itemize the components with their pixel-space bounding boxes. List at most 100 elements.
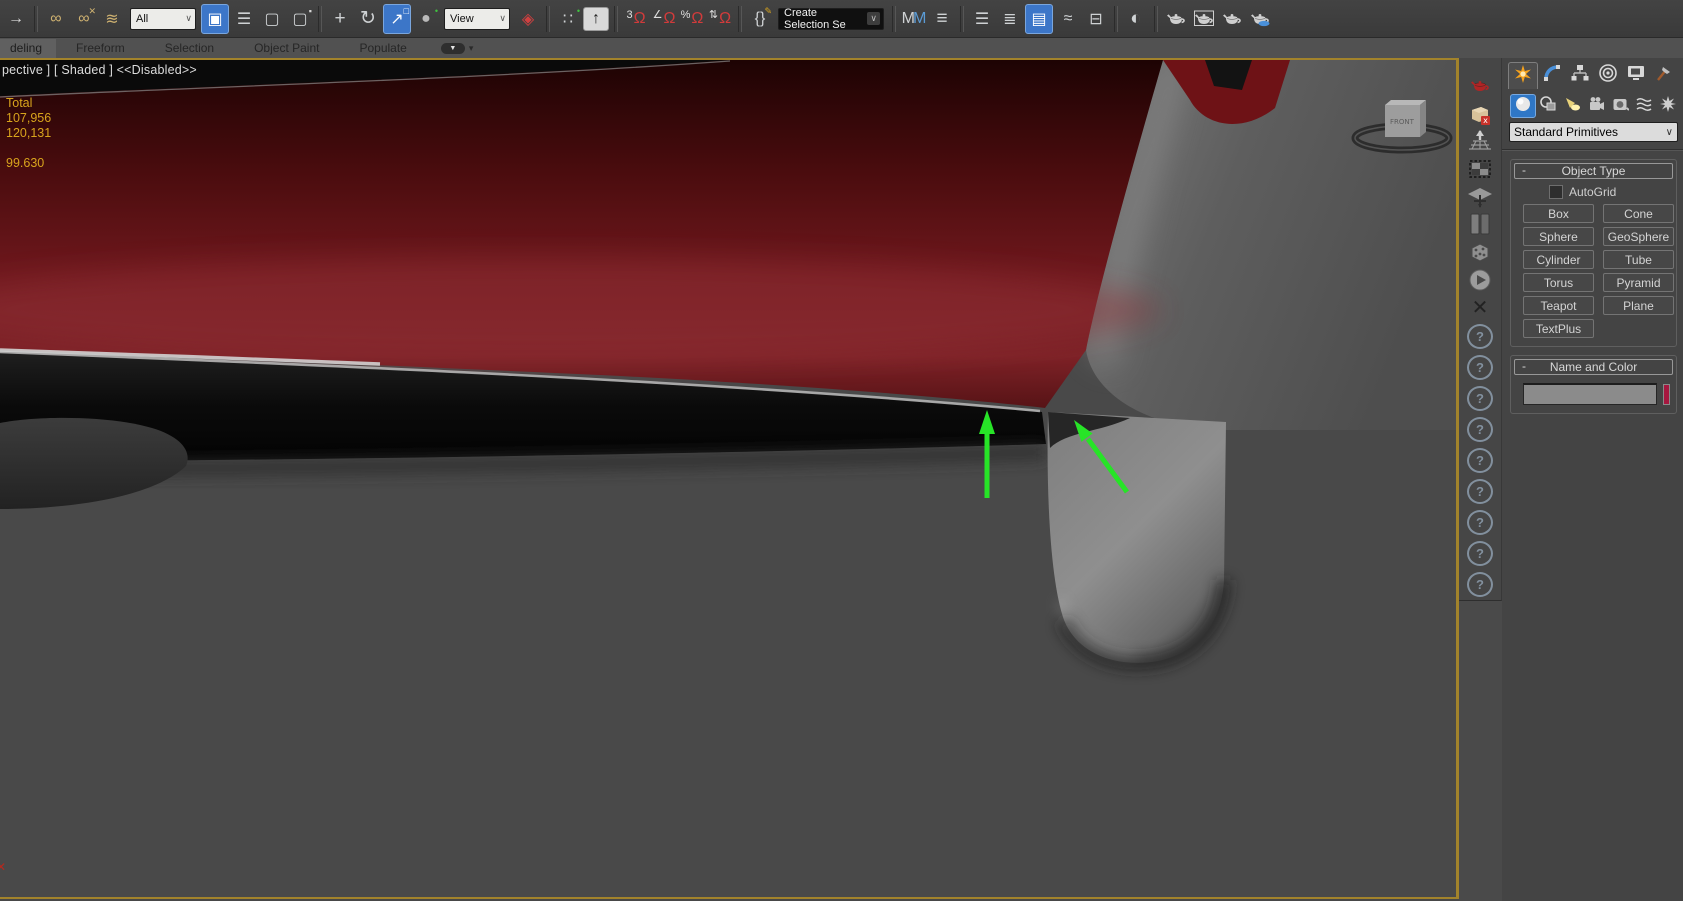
toolbar-separator xyxy=(1114,5,1118,32)
selection-filter-dropdown[interactable]: All ∨ xyxy=(130,7,196,30)
tab-modeling[interactable]: deling xyxy=(0,38,57,58)
objtype-teapot-button[interactable]: Teapot xyxy=(1523,296,1594,315)
category-space-warps[interactable] xyxy=(1632,95,1656,117)
objtype-cylinder-button[interactable]: Cylinder xyxy=(1523,250,1594,269)
use-pivot-point-center-button[interactable]: ◈ xyxy=(515,5,541,33)
edit-named-selection-sets-button[interactable]: {} ✎ xyxy=(747,5,773,33)
placeholder-button-6[interactable]: ? xyxy=(1467,479,1493,505)
rendered-frame-window-button[interactable] xyxy=(1191,5,1217,33)
perspective-viewport[interactable]: FRONT pective ] [ Shaded ] <<Disabled>> … xyxy=(0,58,1459,899)
unlink-selection-button[interactable]: ∞ ✕ xyxy=(71,5,97,33)
tab-display[interactable] xyxy=(1622,62,1650,88)
objtype-textplus-button[interactable]: TextPlus xyxy=(1523,319,1594,338)
render-production-button[interactable] xyxy=(1219,5,1245,33)
toggle-ribbon-button[interactable]: ▤ xyxy=(1025,3,1053,34)
primitives-dropdown-value: Standard Primitives xyxy=(1514,125,1619,139)
category-shapes[interactable] xyxy=(1536,95,1560,117)
category-helpers[interactable] xyxy=(1608,95,1632,117)
tab-create[interactable] xyxy=(1508,62,1538,89)
render-in-cloud-button[interactable] xyxy=(1247,5,1273,33)
macro-teapot-button[interactable] xyxy=(1463,72,1497,100)
select-and-manipulate-button[interactable]: ∷ • xyxy=(555,5,581,33)
snaps-toggle-3d[interactable]: 3Ω xyxy=(623,5,649,33)
mud-flap-mesh[interactable] xyxy=(1047,412,1226,663)
primitives-category-dropdown[interactable]: Standard Primitives ∨ xyxy=(1509,122,1678,142)
tab-utilities[interactable] xyxy=(1650,62,1678,88)
flyout-arrow-icon[interactable]: → xyxy=(3,5,29,33)
placeholder-button-2[interactable]: ? xyxy=(1467,355,1493,381)
align-button[interactable]: ≡ xyxy=(929,5,955,33)
angle-snap-toggle[interactable]: ∠ Ω xyxy=(651,5,677,33)
spinner-snap-toggle[interactable]: ⇅ Ω xyxy=(707,5,733,33)
select-and-move-button[interactable]: + xyxy=(327,5,353,33)
grid-arrow-button[interactable] xyxy=(1463,127,1497,155)
play-button[interactable] xyxy=(1463,266,1497,294)
scene-render: FRONT xyxy=(0,60,1456,897)
placeholder-button-7[interactable]: ? xyxy=(1467,510,1493,536)
select-and-rotate-button[interactable]: ↻ xyxy=(355,5,381,33)
viewport-label[interactable]: pective ] [ Shaded ] <<Disabled>> xyxy=(2,63,197,77)
objtype-geosphere-button[interactable]: GeoSphere xyxy=(1603,227,1674,246)
objtype-sphere-button[interactable]: Sphere xyxy=(1523,227,1594,246)
toggle-scene-explorer-button[interactable]: ☰ xyxy=(969,5,995,33)
select-object-button[interactable]: ▣ xyxy=(201,3,229,34)
plane-move-button[interactable] xyxy=(1463,183,1497,211)
object-color-swatch[interactable] xyxy=(1663,383,1670,405)
objtype-tube-button[interactable]: Tube xyxy=(1603,250,1674,269)
tab-motion[interactable] xyxy=(1594,62,1622,88)
object-type-rollout-header[interactable]: - Object Type xyxy=(1514,163,1673,179)
category-cameras[interactable] xyxy=(1584,95,1608,117)
ribbon-options-caret[interactable]: ▾ xyxy=(469,43,474,54)
close-x-button[interactable]: ✕ xyxy=(1463,293,1497,321)
placeholder-button-4[interactable]: ? xyxy=(1467,417,1493,443)
objtype-box-button[interactable]: Box xyxy=(1523,204,1594,223)
name-and-color-rollout-header[interactable]: - Name and Color xyxy=(1514,359,1673,375)
bind-to-space-warp-button[interactable]: ≋ xyxy=(99,5,125,33)
tab-hierarchy[interactable] xyxy=(1566,62,1594,88)
objtype-plane-button[interactable]: Plane xyxy=(1603,296,1674,315)
reference-coordinate-system-dropdown[interactable]: View ∨ xyxy=(444,7,510,30)
checker-pattern-button[interactable] xyxy=(1463,155,1497,183)
placeholder-button-9[interactable]: ? xyxy=(1467,572,1493,598)
stats-poly-count: 107,956 xyxy=(6,111,52,125)
objtype-torus-button[interactable]: Torus xyxy=(1523,273,1594,292)
objtype-pyramid-button[interactable]: Pyramid xyxy=(1603,273,1674,292)
select-and-scale-button[interactable]: ↗ □ xyxy=(383,3,411,34)
delete-box-button[interactable]: x xyxy=(1463,100,1497,128)
material-editor-button[interactable]: ◐ xyxy=(1123,5,1149,33)
placeholder-button-8[interactable]: ? xyxy=(1467,541,1493,567)
rectangular-selection-region-button[interactable]: ▢ xyxy=(259,5,285,33)
ribbon-minimize-button[interactable]: ▼ xyxy=(440,42,465,54)
door-panels-button[interactable] xyxy=(1463,210,1497,238)
textured-cube-button[interactable] xyxy=(1463,238,1497,266)
keyboard-shortcut-override-toggle[interactable]: ↑ xyxy=(583,6,609,31)
render-setup-button[interactable] xyxy=(1163,5,1189,33)
placeholder-button-1[interactable]: ? xyxy=(1467,324,1493,350)
tab-modify[interactable] xyxy=(1538,62,1566,88)
tab-freeform[interactable]: Freeform xyxy=(56,39,145,58)
mirror-button[interactable]: MM xyxy=(901,5,927,33)
autogrid-checkbox[interactable] xyxy=(1549,185,1563,199)
placeholder-button-3[interactable]: ? xyxy=(1467,386,1493,412)
tab-object-paint[interactable]: Object Paint xyxy=(234,39,339,58)
category-shapes-icon xyxy=(1539,95,1557,118)
placeholder-button-5[interactable]: ? xyxy=(1467,448,1493,474)
category-systems[interactable] xyxy=(1656,95,1680,117)
named-selection-sets-combo[interactable]: Create Selection Se ∨ xyxy=(778,7,884,31)
autogrid-label: AutoGrid xyxy=(1569,185,1617,199)
objtype-cone-button[interactable]: Cone xyxy=(1603,204,1674,223)
category-lights[interactable] xyxy=(1560,95,1584,117)
select-by-name-button[interactable]: ☰ xyxy=(231,5,257,33)
schematic-view-button[interactable]: ⊟ xyxy=(1083,5,1109,33)
tab-selection[interactable]: Selection xyxy=(145,39,234,58)
percent-snap-toggle[interactable]: % Ω xyxy=(679,5,705,33)
category-geometry[interactable] xyxy=(1510,94,1536,118)
select-and-link-button[interactable]: ∞ xyxy=(43,5,69,33)
tab-populate[interactable]: Populate xyxy=(339,39,426,58)
window-crossing-toggle[interactable]: ▢ ▪ xyxy=(287,5,313,33)
category-lights-icon xyxy=(1563,95,1581,118)
curve-editor-button[interactable]: ≈ xyxy=(1055,5,1081,33)
object-name-field[interactable] xyxy=(1523,383,1657,405)
toggle-layer-explorer-button[interactable]: ≣ xyxy=(997,5,1023,33)
select-and-place-button[interactable]: ● • xyxy=(413,5,439,33)
